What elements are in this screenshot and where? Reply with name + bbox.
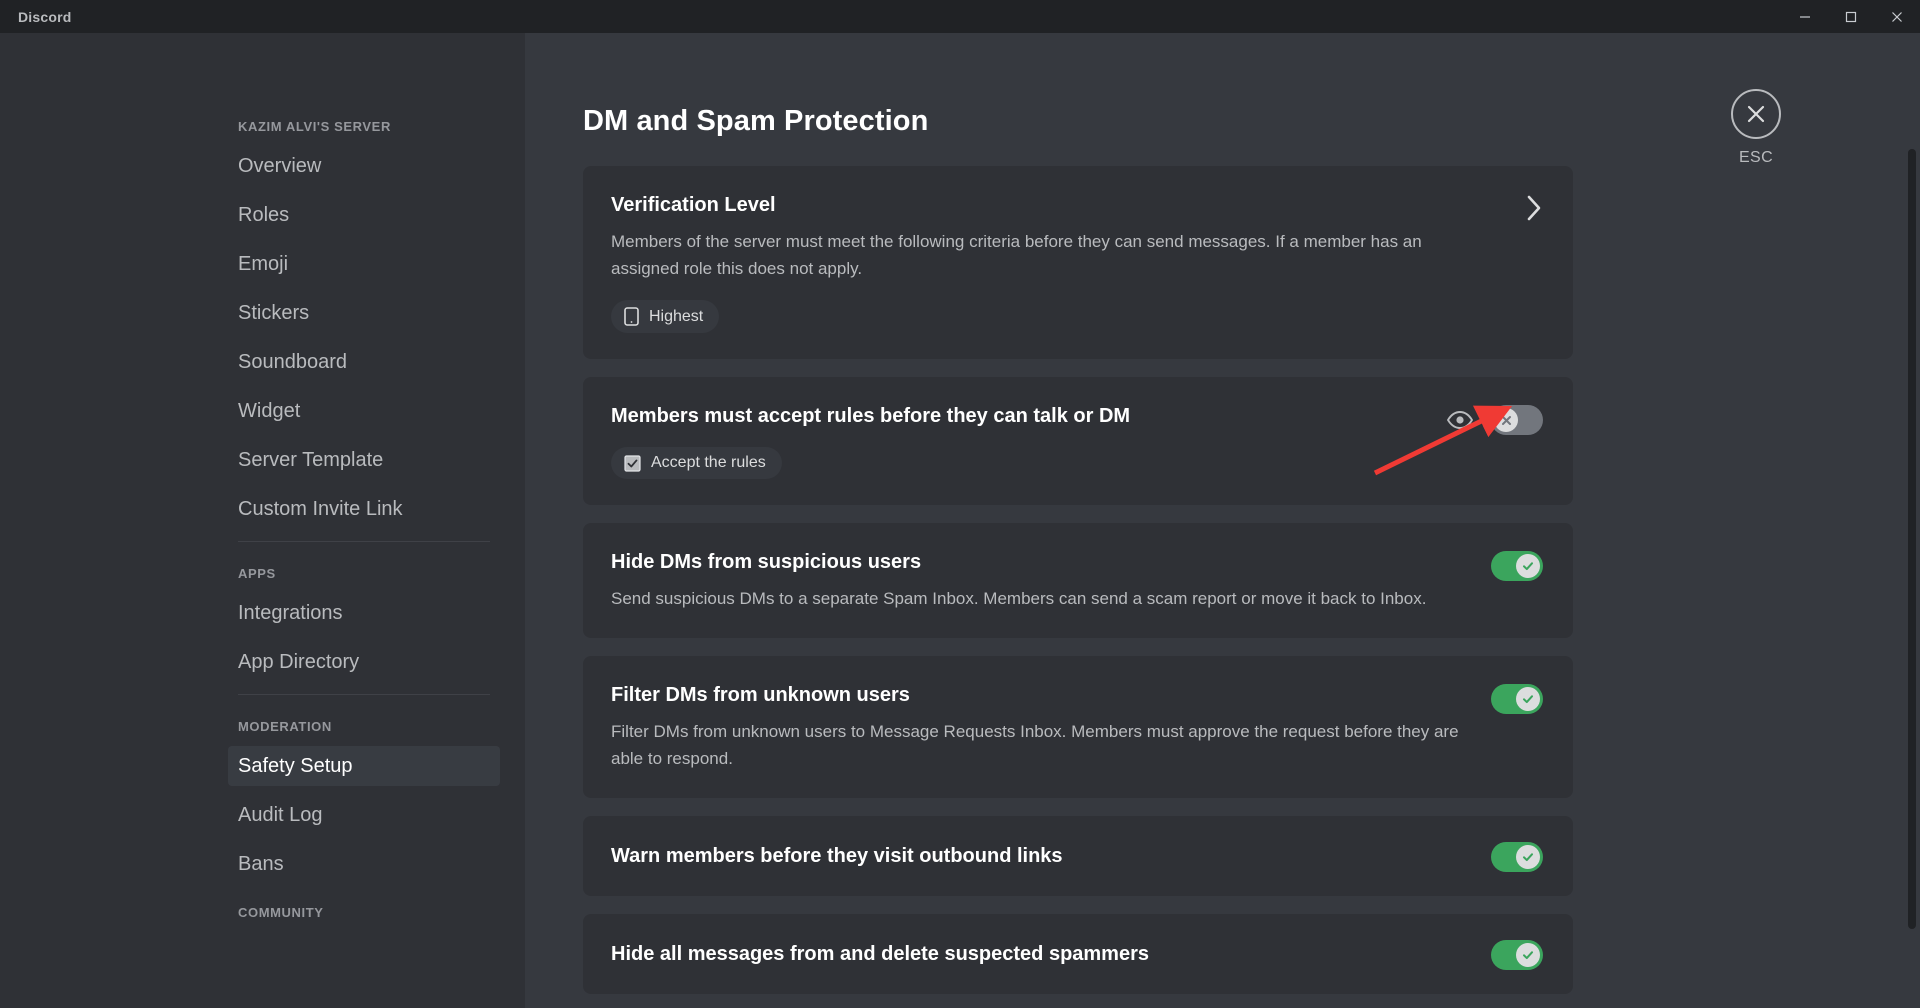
card-hide-delete-spammers: Hide all messages from and delete suspec… <box>583 914 1573 994</box>
sidebar-divider <box>238 541 490 542</box>
card-description: Send suspicious DMs to a separate Spam I… <box>611 589 1427 608</box>
sidebar-item-app-directory[interactable]: App Directory <box>228 642 500 682</box>
content-scrollbar-track[interactable] <box>1908 33 1916 1008</box>
sidebar-item-emoji[interactable]: Emoji <box>228 244 500 284</box>
sidebar-group-header-moderation: MODERATION <box>238 719 332 734</box>
card-controls <box>1491 549 1543 581</box>
toggle-knob <box>1516 943 1540 967</box>
sidebar-item-integrations[interactable]: Integrations <box>228 593 500 633</box>
hide-delete-spammers-toggle[interactable] <box>1491 940 1543 970</box>
verification-level-value: Highest <box>649 307 704 325</box>
members-must-accept-rules-toggle[interactable] <box>1491 405 1543 435</box>
toggle-knob <box>1516 687 1540 711</box>
close-x-icon <box>1731 89 1781 139</box>
sidebar-item-overview[interactable]: Overview <box>228 146 500 186</box>
card-title: Hide DMs from suspicious users <box>611 551 922 573</box>
card-filter-dms-unknown: Filter DMs from unknown users Filter DMs… <box>583 656 1573 798</box>
esc-label: ESC <box>1738 149 1774 166</box>
sidebar-item-audit-log[interactable]: Audit Log <box>228 795 500 835</box>
warn-outbound-links-toggle[interactable] <box>1491 842 1543 872</box>
card-controls <box>1491 682 1543 714</box>
phone-icon <box>624 307 639 326</box>
card-verification-level[interactable]: Verification Level Members of the server… <box>583 166 1573 359</box>
window-titlebar: Discord <box>0 0 1920 33</box>
sidebar-item-stickers[interactable]: Stickers <box>228 293 500 333</box>
sidebar-group-header-community: COMMUNITY <box>238 905 324 920</box>
sidebar-group-header-server: KAZIM ALVI'S SERVER <box>238 119 391 134</box>
sidebar-item-roles[interactable]: Roles <box>228 195 500 235</box>
maximize-button[interactable] <box>1828 0 1874 33</box>
sidebar-item-safety-setup[interactable]: Safety Setup <box>228 746 500 786</box>
settings-content: DM and Spam Protection Verification Leve… <box>525 33 1920 1008</box>
window-controls <box>1782 0 1920 33</box>
close-settings-esc-button[interactable]: ESC <box>1718 89 1794 167</box>
card-body: Hide DMs from suspicious users Send susp… <box>611 549 1491 612</box>
card-body: Filter DMs from unknown users Filter DMs… <box>611 682 1491 772</box>
chevron-right-icon[interactable] <box>1526 194 1543 222</box>
card-title: Members must accept rules before they ca… <box>611 405 1131 427</box>
card-title: Warn members before they visit outbound … <box>611 845 1063 867</box>
sidebar-item-soundboard[interactable]: Soundboard <box>228 342 500 382</box>
card-body: Verification Level Members of the server… <box>611 192 1526 333</box>
sidebar-item-server-template[interactable]: Server Template <box>228 440 500 480</box>
app-title: Discord <box>18 8 72 25</box>
checkbox-icon <box>624 454 641 472</box>
card-title: Verification Level <box>611 194 776 216</box>
sidebar-item-bans[interactable]: Bans <box>228 844 500 884</box>
sidebar-item-widget[interactable]: Widget <box>228 391 500 431</box>
card-controls <box>1491 938 1543 970</box>
card-controls <box>1447 403 1543 435</box>
card-body: Warn members before they visit outbound … <box>611 843 1491 869</box>
eye-preview-icon[interactable] <box>1447 411 1473 429</box>
card-body: Members must accept rules before they ca… <box>611 403 1447 479</box>
card-body: Hide all messages from and delete suspec… <box>611 941 1491 967</box>
minimize-button[interactable] <box>1782 0 1828 33</box>
accept-the-rules-label: Accept the rules <box>651 454 766 471</box>
page-title: DM and Spam Protection <box>583 105 929 137</box>
hide-dms-suspicious-toggle[interactable] <box>1491 551 1543 581</box>
sidebar-divider <box>238 694 490 695</box>
accept-the-rules-pill: Accept the rules <box>611 447 782 479</box>
card-warn-outbound-links: Warn members before they visit outbound … <box>583 816 1573 896</box>
toggle-knob <box>1516 554 1540 578</box>
card-title: Filter DMs from unknown users <box>611 684 910 706</box>
card-description: Filter DMs from unknown users to Message… <box>611 722 1459 768</box>
settings-window: KAZIM ALVI'S SERVER Overview Roles Emoji… <box>0 33 1920 1008</box>
card-hide-dms-suspicious: Hide DMs from suspicious users Send susp… <box>583 523 1573 638</box>
content-scrollbar-thumb[interactable] <box>1908 149 1916 929</box>
toggle-knob <box>1516 845 1540 869</box>
card-controls <box>1491 840 1543 872</box>
card-title: Hide all messages from and delete suspec… <box>611 943 1149 965</box>
sidebar-item-custom-invite-link[interactable]: Custom Invite Link <box>228 489 500 529</box>
filter-dms-unknown-toggle[interactable] <box>1491 684 1543 714</box>
verification-level-pill: Highest <box>611 300 720 333</box>
close-button[interactable] <box>1874 0 1920 33</box>
card-members-must-accept-rules: Members must accept rules before they ca… <box>583 377 1573 505</box>
card-description: Members of the server must meet the foll… <box>611 232 1422 278</box>
settings-sidebar: KAZIM ALVI'S SERVER Overview Roles Emoji… <box>0 33 525 1008</box>
card-controls <box>1526 192 1543 222</box>
sidebar-group-header-apps: APPS <box>238 566 276 581</box>
toggle-knob <box>1494 408 1518 432</box>
